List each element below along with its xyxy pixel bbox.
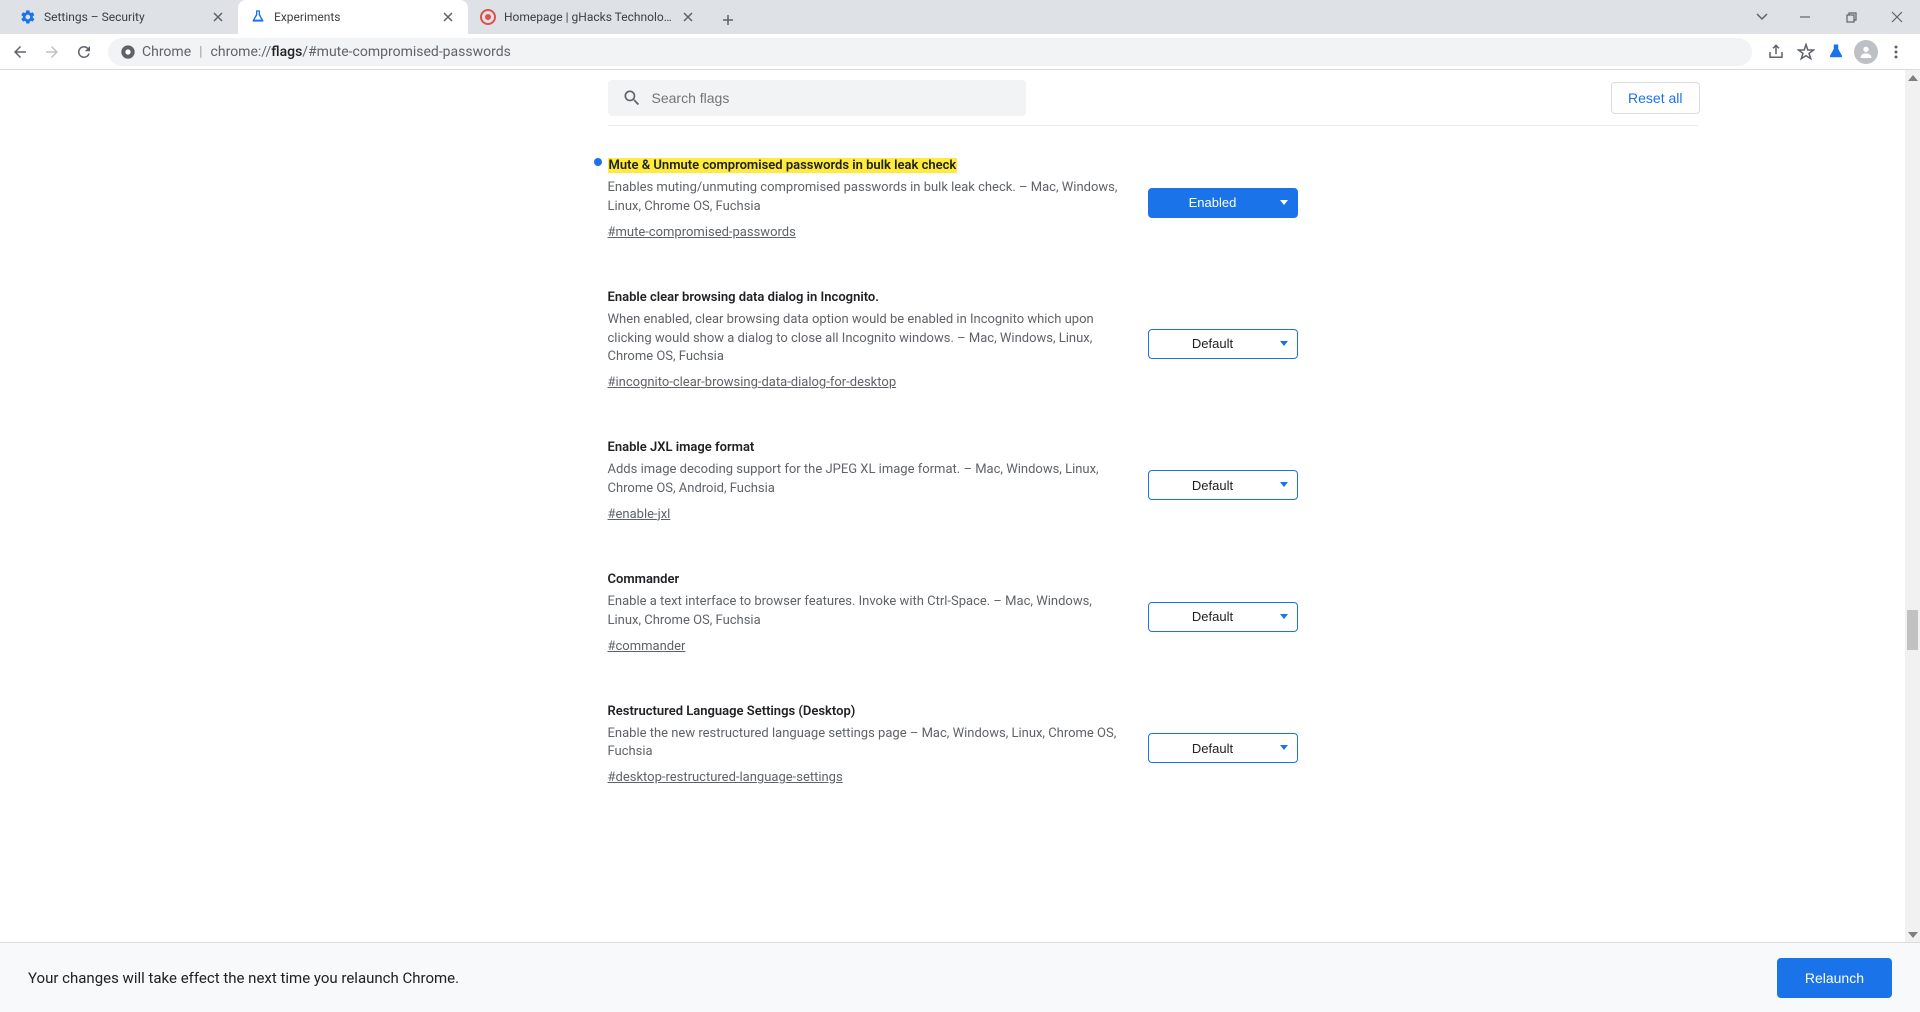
chrome-icon: [120, 44, 136, 60]
flag-item: Enable clear browsing data dialog in Inc…: [608, 286, 1298, 391]
back-button[interactable]: [6, 38, 34, 66]
relaunch-button[interactable]: Relaunch: [1777, 958, 1892, 998]
flag-hash-link[interactable]: #enable-jxl: [608, 507, 671, 522]
flag-select[interactable]: Default: [1148, 733, 1298, 763]
scroll-up-arrow[interactable]: [1905, 70, 1920, 85]
relaunch-bar: Your changes will take effect the next t…: [0, 942, 1920, 1012]
flag-hash-link[interactable]: #mute-compromised-passwords: [608, 225, 796, 240]
flags-list: Mute & Unmute compromised passwords in b…: [608, 126, 1298, 871]
profile-button[interactable]: [1852, 38, 1880, 66]
new-tab-button[interactable]: [714, 6, 742, 34]
address-bar[interactable]: Chrome | chrome://flags/#mute-compromise…: [108, 38, 1752, 66]
scroll-down-arrow[interactable]: [1905, 927, 1920, 942]
tab-settings-security[interactable]: Settings – Security: [8, 0, 238, 34]
search-bar-row: Reset all: [608, 70, 1698, 126]
flag-hash-link[interactable]: #desktop-restructured-language-settings: [608, 770, 843, 785]
flag-description: Enables muting/unmuting compromised pass…: [608, 179, 1128, 217]
flag-description: When enabled, clear browsing data option…: [608, 311, 1128, 368]
tab-search-button[interactable]: [1742, 0, 1782, 34]
extensions-flask-icon[interactable]: [1822, 38, 1850, 66]
flag-item: Enable JXL image format Adds image decod…: [608, 436, 1298, 522]
flag-hash-link[interactable]: #incognito-clear-browsing-data-dialog-fo…: [608, 375, 897, 390]
minimize-button[interactable]: [1782, 0, 1828, 34]
scroll-thumb[interactable]: [1907, 610, 1918, 650]
flag-hash-link[interactable]: #commander: [608, 639, 686, 654]
close-window-button[interactable]: [1874, 0, 1920, 34]
forward-button[interactable]: [38, 38, 66, 66]
flag-description: Adds image decoding support for the JPEG…: [608, 461, 1128, 499]
flag-select[interactable]: Enabled: [1148, 188, 1298, 218]
flag-description: Enable the new restructured language set…: [608, 725, 1128, 763]
flag-item: Restructured Language Settings (Desktop)…: [608, 700, 1298, 786]
flag-title: Commander: [608, 572, 680, 587]
search-flags-box[interactable]: [608, 80, 1026, 116]
flag-select[interactable]: Default: [1148, 602, 1298, 632]
flask-icon: [250, 9, 266, 25]
window-controls: [1742, 0, 1920, 34]
close-icon[interactable]: [210, 9, 226, 25]
tab-experiments[interactable]: Experiments: [238, 0, 468, 34]
reload-button[interactable]: [70, 38, 98, 66]
avatar-icon: [1854, 40, 1878, 64]
share-button[interactable]: [1762, 38, 1790, 66]
ghacks-icon: [480, 9, 496, 25]
flag-description: Enable a text interface to browser featu…: [608, 593, 1128, 631]
flag-title: Mute & Unmute compromised passwords in b…: [608, 158, 958, 173]
toolbar: Chrome | chrome://flags/#mute-compromise…: [0, 34, 1920, 70]
flag-title: Enable clear browsing data dialog in Inc…: [608, 290, 879, 305]
site-chip: Chrome: [120, 44, 191, 60]
bookmark-button[interactable]: [1792, 38, 1820, 66]
flag-title: Restructured Language Settings (Desktop): [608, 704, 856, 719]
tab-title: Homepage | gHacks Technology: [504, 10, 672, 24]
flag-title: Enable JXL image format: [608, 440, 755, 455]
modified-indicator: [594, 158, 602, 166]
url-text: chrome://flags/#mute-compromised-passwor…: [211, 44, 511, 60]
close-icon[interactable]: [440, 9, 456, 25]
tab-title: Settings – Security: [44, 10, 202, 24]
tab-strip: Settings – Security Experiments Homepage…: [0, 0, 1920, 34]
flag-select[interactable]: Default: [1148, 329, 1298, 359]
reset-all-button[interactable]: Reset all: [1611, 82, 1699, 114]
menu-button[interactable]: [1882, 38, 1910, 66]
search-input[interactable]: [652, 90, 1012, 106]
content-area: Reset all Mute & Unmute compromised pass…: [0, 70, 1920, 942]
tab-title: Experiments: [274, 10, 432, 24]
search-icon: [622, 88, 642, 108]
flag-item: Commander Enable a text interface to bro…: [608, 568, 1298, 654]
flag-item: Mute & Unmute compromised passwords in b…: [608, 154, 1298, 240]
maximize-button[interactable]: [1828, 0, 1874, 34]
toolbar-right: [1762, 38, 1914, 66]
relaunch-message: Your changes will take effect the next t…: [28, 969, 1777, 987]
gear-icon: [20, 9, 36, 25]
close-icon[interactable]: [680, 9, 696, 25]
flag-select[interactable]: Default: [1148, 470, 1298, 500]
tab-ghacks[interactable]: Homepage | gHacks Technology: [468, 0, 708, 34]
scrollbar[interactable]: [1905, 70, 1920, 942]
